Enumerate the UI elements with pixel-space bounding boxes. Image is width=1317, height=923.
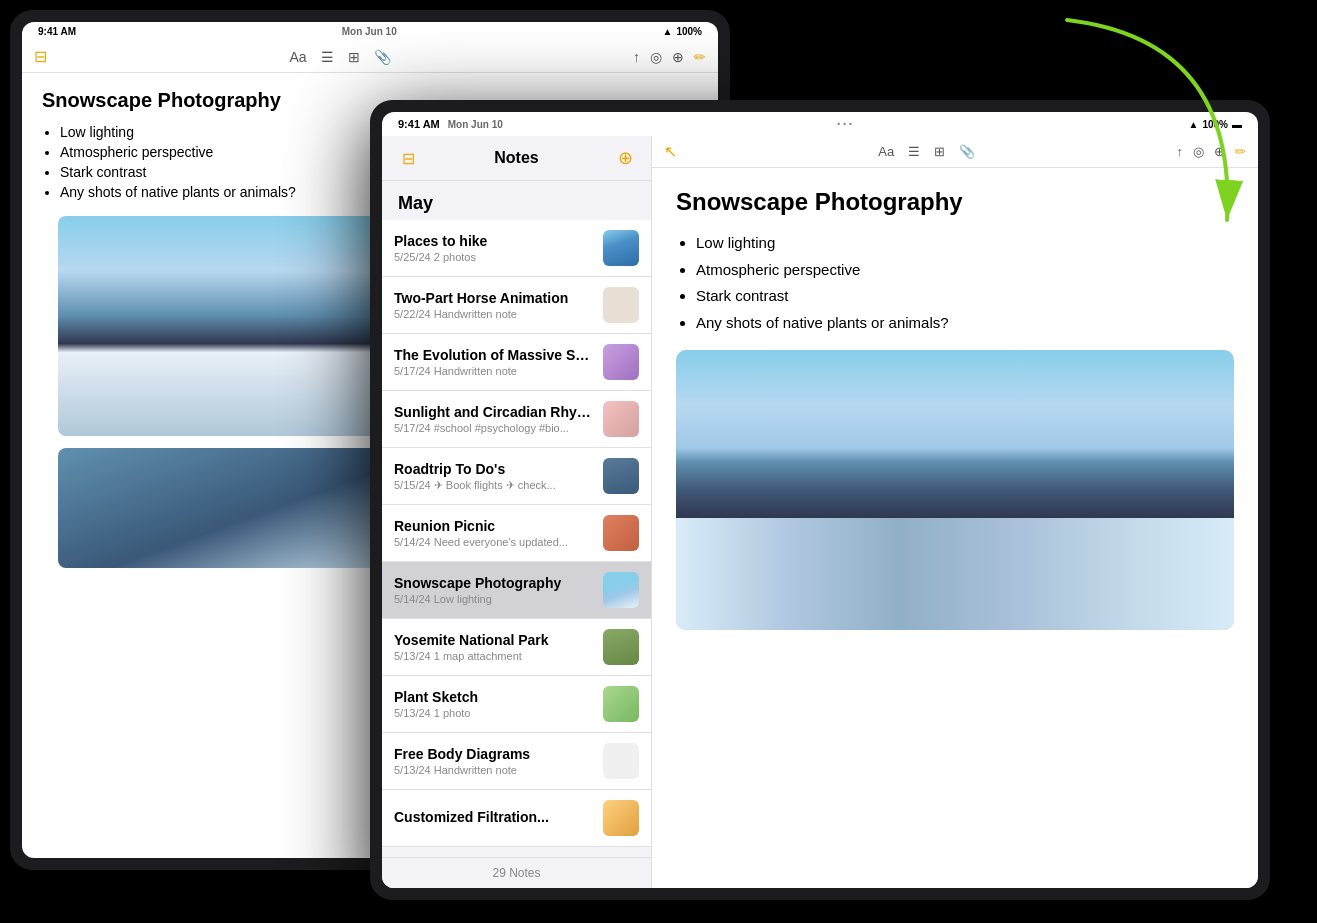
fg-time: 9:41 AM <box>398 118 440 130</box>
bg-compose-icon[interactable]: ✏ <box>694 49 706 65</box>
notes-panel: ⊟ Notes ⊕ May Places to hike 5/25/24 2 p… <box>382 136 652 888</box>
note-thumb-yosemite <box>603 629 639 665</box>
note-thumb-snowscape <box>603 572 639 608</box>
note-info-circadian: Sunlight and Circadian Rhyth... 5/17/24 … <box>394 404 593 434</box>
bg-attach-icon[interactable]: 📎 <box>374 49 391 65</box>
note-item-star[interactable]: The Evolution of Massive Star... 5/17/24… <box>382 334 651 391</box>
note-item-horse[interactable]: Two-Part Horse Animation 5/22/24 Handwri… <box>382 277 651 334</box>
bg-markup-icon[interactable]: ◎ <box>650 49 662 65</box>
note-item-places-hike[interactable]: Places to hike 5/25/24 2 photos <box>382 220 651 277</box>
note-thumb-star <box>603 344 639 380</box>
note-thumb-custom <box>603 800 639 836</box>
note-info-picnic: Reunion Picnic 5/14/24 Need everyone's u… <box>394 518 593 548</box>
note-info-yosemite: Yosemite National Park 5/13/24 1 map att… <box>394 632 593 662</box>
note-info-snowscape: Snowscape Photography 5/14/24 Low lighti… <box>394 575 593 605</box>
note-thumb-plant <box>603 686 639 722</box>
note-info-roadtrip: Roadtrip To Do's 5/15/24 ✈ Book flights … <box>394 461 593 492</box>
note-item-plant[interactable]: Plant Sketch 5/13/24 1 photo <box>382 676 651 733</box>
note-title-circadian: Sunlight and Circadian Rhyth... <box>394 404 593 420</box>
note-item-picnic[interactable]: Reunion Picnic 5/14/24 Need everyone's u… <box>382 505 651 562</box>
note-item-snowscape[interactable]: Snowscape Photography 5/14/24 Low lighti… <box>382 562 651 619</box>
note-info-plant: Plant Sketch 5/13/24 1 photo <box>394 689 593 719</box>
bg-date: Mon Jun 10 <box>342 26 397 37</box>
note-thumb-picnic <box>603 515 639 551</box>
note-thumb-roadtrip <box>603 458 639 494</box>
bg-more-icon[interactable]: ⊕ <box>672 49 684 65</box>
note-title-yosemite: Yosemite National Park <box>394 632 593 648</box>
fg-date: Mon Jun 10 <box>448 119 503 130</box>
note-meta-snowscape: 5/14/24 Low lighting <box>394 593 593 605</box>
note-title-plant: Plant Sketch <box>394 689 593 705</box>
note-title-hike: Places to hike <box>394 233 593 249</box>
sidebar-toggle-btn[interactable]: ⊟ <box>394 144 422 172</box>
note-title-custom: Customized Filtration... <box>394 809 593 825</box>
note-meta-roadtrip: 5/15/24 ✈ Book flights ✈ check... <box>394 479 593 492</box>
bg-table-icon[interactable]: ⊞ <box>348 49 360 65</box>
detail-bullet-4: Any shots of native plants or animals? <box>696 312 1234 335</box>
note-meta-star: 5/17/24 Handwritten note <box>394 365 593 377</box>
note-meta-picnic: 5/14/24 Need everyone's updated... <box>394 536 593 548</box>
note-meta-horse: 5/22/24 Handwritten note <box>394 308 593 320</box>
note-info-star: The Evolution of Massive Star... 5/17/24… <box>394 347 593 377</box>
notes-more-btn[interactable]: ⊕ <box>611 144 639 172</box>
bg-battery: 100% <box>676 26 702 37</box>
note-item-body[interactable]: Free Body Diagrams 5/13/24 Handwritten n… <box>382 733 651 790</box>
note-title-star: The Evolution of Massive Star... <box>394 347 593 363</box>
note-meta-body: 5/13/24 Handwritten note <box>394 764 593 776</box>
bg-sidebar-icon[interactable]: ⊟ <box>34 47 47 66</box>
note-thumb-circadian <box>603 401 639 437</box>
bg-status-bar: 9:41 AM Mon Jun 10 ▲ 100% <box>22 22 718 41</box>
notes-panel-header: ⊟ Notes ⊕ <box>382 136 651 181</box>
note-item-circadian[interactable]: Sunlight and Circadian Rhyth... 5/17/24 … <box>382 391 651 448</box>
note-item-yosemite[interactable]: Yosemite National Park 5/13/24 1 map att… <box>382 619 651 676</box>
note-title-roadtrip: Roadtrip To Do's <box>394 461 593 477</box>
note-title-picnic: Reunion Picnic <box>394 518 593 534</box>
note-meta-circadian: 5/17/24 #school #psychology #bio... <box>394 422 593 434</box>
bg-toolbar: ⊟ Aa ☰ ⊞ 📎 ↑ ◎ ⊕ ✏ <box>22 41 718 73</box>
bg-right-status: ▲ 100% <box>663 26 702 37</box>
note-thumb-body <box>603 743 639 779</box>
notes-section-may: May <box>382 181 651 220</box>
bg-format-icon[interactable]: Aa <box>289 49 306 65</box>
back-arrow-icon[interactable]: ↖ <box>664 142 677 161</box>
bg-list-icon[interactable]: ☰ <box>321 49 334 65</box>
note-info-body: Free Body Diagrams 5/13/24 Handwritten n… <box>394 746 593 776</box>
note-detail-image <box>676 350 1234 630</box>
bg-time: 9:41 AM <box>38 26 76 37</box>
note-meta-hike: 5/25/24 2 photos <box>394 251 593 263</box>
note-title-snowscape: Snowscape Photography <box>394 575 593 591</box>
note-item-custom[interactable]: Customized Filtration... <box>382 790 651 847</box>
bg-share-icon[interactable]: ↑ <box>633 49 640 65</box>
note-info-custom: Customized Filtration... <box>394 809 593 827</box>
note-thumb-hike <box>603 230 639 266</box>
fg-top-dots[interactable]: ··· <box>837 116 855 132</box>
notes-footer: 29 Notes <box>382 857 651 888</box>
note-thumb-horse <box>603 287 639 323</box>
bg-wifi-icon: ▲ <box>663 26 673 37</box>
note-meta-plant: 5/13/24 1 photo <box>394 707 593 719</box>
note-info-horse: Two-Part Horse Animation 5/22/24 Handwri… <box>394 290 593 320</box>
note-item-roadtrip[interactable]: Roadtrip To Do's 5/15/24 ✈ Book flights … <box>382 448 651 505</box>
detail-format-icon[interactable]: Aa <box>878 144 894 159</box>
notes-list[interactable]: Places to hike 5/25/24 2 photos Two-Part… <box>382 220 651 857</box>
notes-panel-title: Notes <box>422 149 611 167</box>
note-title-horse: Two-Part Horse Animation <box>394 290 593 306</box>
note-meta-yosemite: 5/13/24 1 map attachment <box>394 650 593 662</box>
note-info-hike: Places to hike 5/25/24 2 photos <box>394 233 593 263</box>
arrow-annotation <box>917 0 1317 300</box>
note-title-body: Free Body Diagrams <box>394 746 593 762</box>
